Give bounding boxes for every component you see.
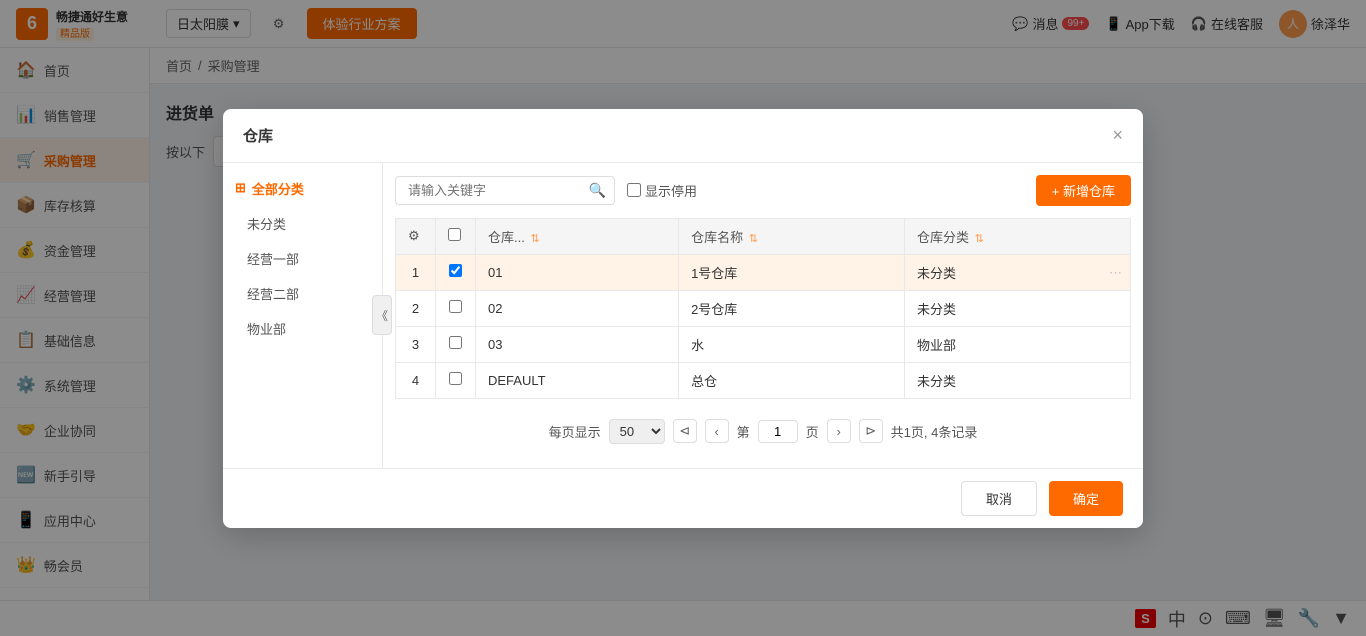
- grid-icon: ⊞: [235, 180, 246, 196]
- select-all-checkbox[interactable]: [448, 228, 461, 241]
- row-checkbox[interactable]: [436, 362, 476, 398]
- dialog-header: 仓库 ×: [223, 109, 1143, 163]
- add-warehouse-btn[interactable]: + 新增仓库: [1036, 175, 1131, 206]
- dialog-close-btn[interactable]: ×: [1112, 125, 1123, 146]
- table-panel: 🔍 显示停用 + 新增仓库 ⚙: [383, 163, 1143, 468]
- dialog-title: 仓库: [243, 125, 273, 146]
- collapse-panel-btn[interactable]: 《: [372, 295, 392, 335]
- first-page-btn[interactable]: ⊲: [673, 419, 697, 443]
- show-disabled-checkbox[interactable]: [627, 183, 641, 197]
- row-no: 3: [396, 326, 436, 362]
- cancel-button[interactable]: 取消: [961, 481, 1037, 516]
- modal-overlay: 仓库 × ⊞ 全部分类 未分类 经营一部 经营二部 物业部 《: [0, 0, 1366, 636]
- table-wrapper: ⚙ 仓库... ⇅ 仓库名称 ⇅: [395, 218, 1131, 399]
- category-panel: ⊞ 全部分类 未分类 经营一部 经营二部 物业部 《: [223, 163, 383, 468]
- row-code: 01: [476, 254, 679, 290]
- table-row[interactable]: 1 01 1号仓库 未分类 ···: [396, 254, 1131, 290]
- row-no: 4: [396, 362, 436, 398]
- table-header-row: ⚙ 仓库... ⇅ 仓库名称 ⇅: [396, 218, 1131, 254]
- dialog-footer: 取消 确定: [223, 468, 1143, 528]
- search-box: 🔍: [395, 176, 615, 205]
- category-item-dept1[interactable]: 经营一部: [223, 241, 382, 276]
- row-code: 02: [476, 290, 679, 326]
- th-category[interactable]: 仓库分类 ⇅: [905, 218, 1131, 254]
- category-item-property[interactable]: 物业部: [223, 311, 382, 346]
- last-page-btn[interactable]: ⊳: [859, 419, 883, 443]
- page-label-pre: 第: [737, 422, 750, 441]
- pagination: 每页显示 50 10 20 100 ⊲ ‹ 第 1 页 › ⊳ 共1页, 4条记…: [395, 407, 1131, 456]
- table-row[interactable]: 4 DEFAULT 总仓 未分类: [396, 362, 1131, 398]
- row-code: 03: [476, 326, 679, 362]
- row-name: 总仓: [679, 362, 905, 398]
- row-no: 2: [396, 290, 436, 326]
- warehouse-table: ⚙ 仓库... ⇅ 仓库名称 ⇅: [395, 218, 1131, 399]
- row-code: DEFAULT: [476, 362, 679, 398]
- next-page-btn[interactable]: ›: [827, 419, 851, 443]
- row-category: 未分类: [905, 362, 1131, 398]
- search-input[interactable]: [404, 177, 589, 204]
- all-category-item[interactable]: ⊞ 全部分类: [223, 171, 382, 206]
- page-input[interactable]: 1: [758, 420, 798, 443]
- row-name: 2号仓库: [679, 290, 905, 326]
- th-code[interactable]: 仓库... ⇅: [476, 218, 679, 254]
- search-icon[interactable]: 🔍: [589, 182, 606, 199]
- row-checkbox[interactable]: [436, 254, 476, 290]
- th-gear[interactable]: ⚙: [396, 218, 436, 254]
- dialog-body: ⊞ 全部分类 未分类 经营一部 经营二部 物业部 《 🔍: [223, 163, 1143, 468]
- category-item-dept2[interactable]: 经营二部: [223, 276, 382, 311]
- row-name: 1号仓库: [679, 254, 905, 290]
- prev-page-btn[interactable]: ‹: [705, 419, 729, 443]
- table-row[interactable]: 3 03 水 物业部: [396, 326, 1131, 362]
- th-checkbox: [436, 218, 476, 254]
- category-item-uncategorized[interactable]: 未分类: [223, 206, 382, 241]
- th-name[interactable]: 仓库名称 ⇅: [679, 218, 905, 254]
- sort-icon-code: ⇅: [530, 233, 539, 245]
- row-category: 物业部: [905, 326, 1131, 362]
- per-page-select[interactable]: 50 10 20 100: [609, 419, 665, 444]
- sort-icon-name: ⇅: [749, 233, 758, 245]
- table-row[interactable]: 2 02 2号仓库 未分类: [396, 290, 1131, 326]
- row-checkbox[interactable]: [436, 326, 476, 362]
- sort-icon-category: ⇅: [975, 233, 984, 245]
- row-checkbox[interactable]: [436, 290, 476, 326]
- confirm-button[interactable]: 确定: [1049, 481, 1123, 516]
- row-category: 未分类 ···: [905, 254, 1131, 290]
- row-no: 1: [396, 254, 436, 290]
- row-more-icon[interactable]: ···: [1109, 265, 1122, 280]
- row-category: 未分类: [905, 290, 1131, 326]
- warehouse-dialog: 仓库 × ⊞ 全部分类 未分类 经营一部 经营二部 物业部 《: [223, 109, 1143, 528]
- row-name: 水: [679, 326, 905, 362]
- table-toolbar: 🔍 显示停用 + 新增仓库: [395, 175, 1131, 206]
- show-disabled-toggle[interactable]: 显示停用: [627, 181, 697, 200]
